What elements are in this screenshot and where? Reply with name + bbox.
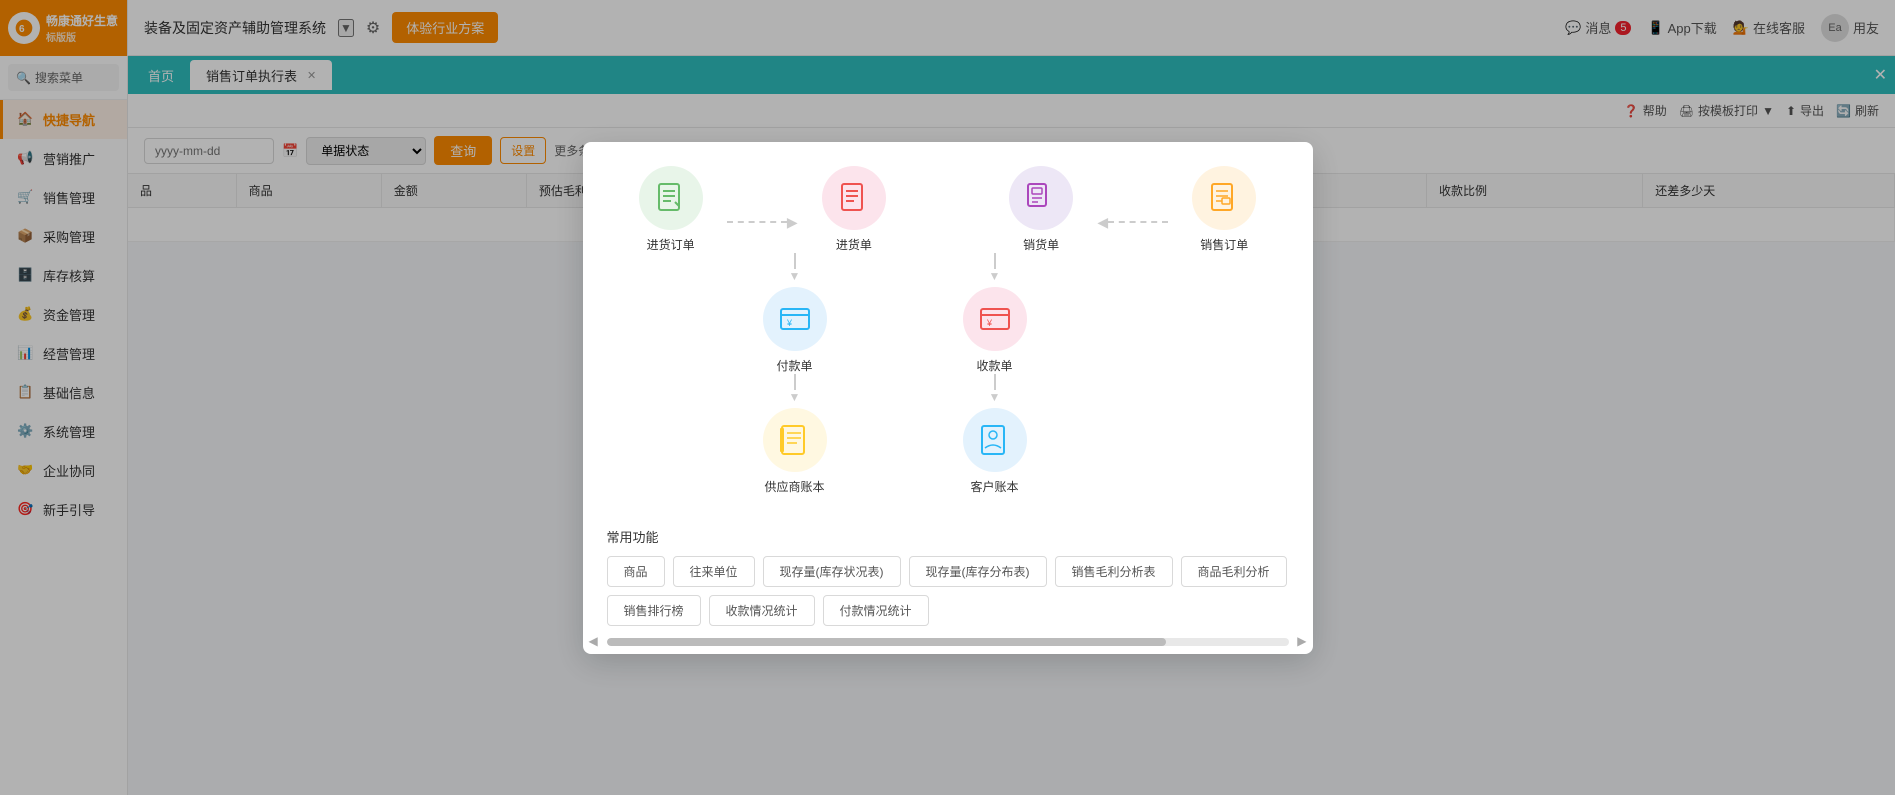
receipt-bill-label: 收款单 [976, 357, 1012, 374]
func-btn-receipt-stat[interactable]: 收款情况统计 [709, 595, 815, 626]
customer-ledger-label: 客户账本 [970, 478, 1018, 495]
flow-node-sale-order[interactable]: 销售订单 [1168, 166, 1280, 253]
purchase-bill-label: 进货单 [836, 236, 872, 253]
func-btn-stock-dist[interactable]: 现存量(库存分布表) [909, 556, 1047, 587]
scrollbar-right-arrow[interactable]: ▶ [1297, 634, 1306, 648]
supplier-ledger-label: 供应商账本 [764, 478, 824, 495]
flow-node-purchase-order[interactable]: 进货订单 [615, 166, 727, 253]
sale-bill-label: 销货单 [1023, 236, 1059, 253]
func-btn-partner[interactable]: 往来单位 [673, 556, 755, 587]
common-func-title: 常用功能 [607, 527, 1289, 546]
dialog-content: 进货订单 ▶ 进货单 [583, 142, 1313, 511]
func-btn-product[interactable]: 商品 [607, 556, 665, 587]
scrollbar-left-arrow[interactable]: ◀ [589, 634, 598, 648]
func-buttons-row2: 销售排行榜 收款情况统计 付款情况统计 [607, 595, 1289, 626]
func-btn-sales-profit[interactable]: 销售毛利分析表 [1055, 556, 1173, 587]
flow-node-sale-bill[interactable]: 销货单 [985, 166, 1097, 253]
supplier-ledger-col: ▼ 供应商账本 [735, 374, 855, 495]
flow-node-purchase-bill[interactable]: 进货单 [798, 166, 910, 253]
sale-bill-circle [1009, 166, 1073, 230]
arrow-sale-bill-down: ▼ ¥ 收款单 [935, 253, 1055, 374]
svg-text:¥: ¥ [986, 318, 993, 328]
arrow-purchase-bill-down: ▼ ¥ 付款单 [735, 253, 855, 374]
func-btn-payment-stat[interactable]: 付款情况统计 [823, 595, 929, 626]
svg-text:¥: ¥ [786, 318, 793, 328]
common-func-section: 常用功能 商品 往来单位 现存量(库存状况表) 现存量(库存分布表) 销售毛利分… [583, 527, 1313, 626]
arrow-purchase-order-to-purchase: ▶ [727, 214, 798, 231]
arrow-sale-order-to-sale-bill: ◀ [1097, 214, 1168, 231]
dialog-scrollbar[interactable] [607, 638, 1289, 646]
purchase-order-circle [639, 166, 703, 230]
func-btn-product-profit[interactable]: 商品毛利分析 [1181, 556, 1287, 587]
purchase-bill-circle [822, 166, 886, 230]
customer-ledger-col: ▼ 客户账本 [935, 374, 1055, 495]
scrollbar-thumb [607, 638, 1166, 646]
receipt-bill-circle: ¥ [963, 287, 1027, 351]
flow-dialog: 进货订单 ▶ 进货单 [583, 142, 1313, 654]
customer-ledger-circle [963, 408, 1027, 472]
payment-bill-label: 付款单 [776, 357, 812, 374]
func-btn-stock-status[interactable]: 现存量(库存状况表) [763, 556, 901, 587]
sale-order-circle [1192, 166, 1256, 230]
func-btn-sales-rank[interactable]: 销售排行榜 [607, 595, 701, 626]
supplier-ledger-circle [763, 408, 827, 472]
payment-bill-circle: ¥ [763, 287, 827, 351]
modal-overlay[interactable]: 进货订单 ▶ 进货单 [0, 0, 1895, 795]
purchase-order-label: 进货订单 [647, 236, 695, 253]
sale-order-label: 销售订单 [1200, 236, 1248, 253]
func-buttons-row1: 商品 往来单位 现存量(库存状况表) 现存量(库存分布表) 销售毛利分析表 商品… [607, 556, 1289, 587]
dialog-scrollbar-container: ◀ ▶ [607, 638, 1289, 646]
